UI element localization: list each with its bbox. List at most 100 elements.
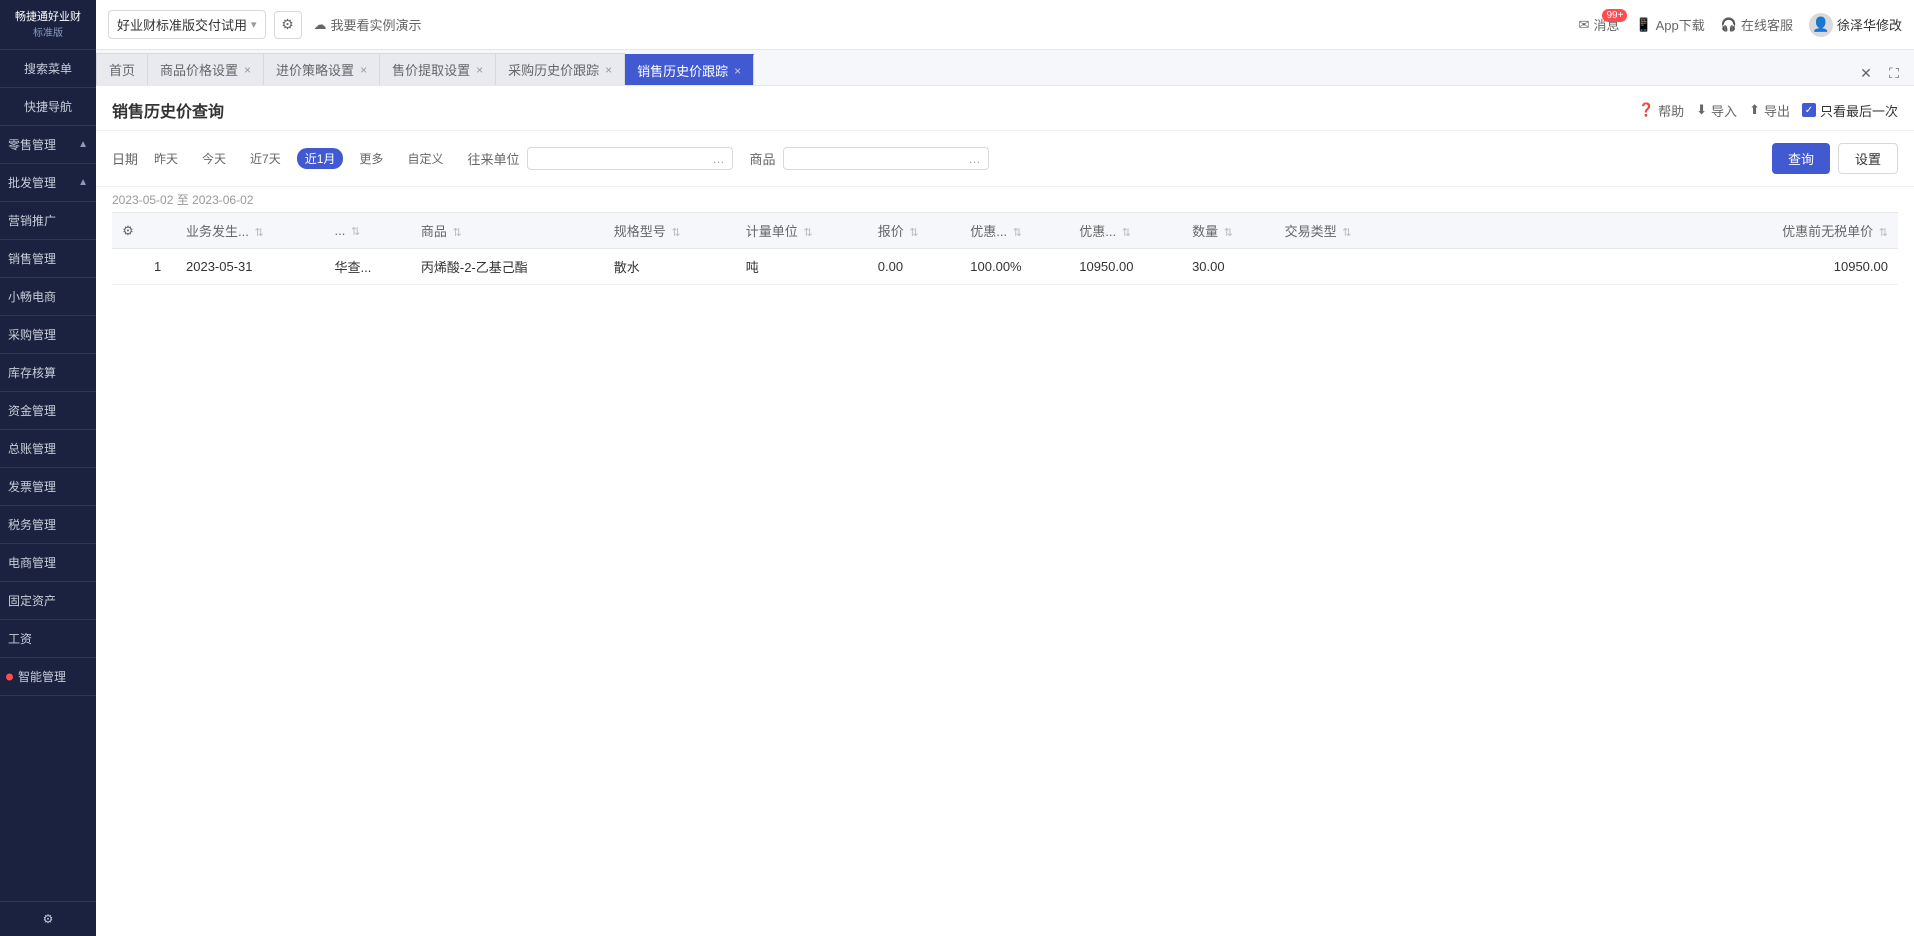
help-button[interactable]: ❓ 帮助 xyxy=(1638,101,1684,120)
supplier-ellipsis[interactable]: … xyxy=(712,152,724,166)
tab-close-button[interactable]: ✕ xyxy=(1854,61,1878,85)
sidebar-item-label: 零售管理 xyxy=(8,136,56,153)
sidebar-item-marketing[interactable]: 营销推广 xyxy=(0,202,96,240)
date-btn-1month[interactable]: 近1月 xyxy=(297,148,344,169)
gear-icon: ⚙ xyxy=(43,912,54,926)
th-spec[interactable]: 规格型号 ⇅ xyxy=(604,213,736,249)
th-gear[interactable]: ⚙ xyxy=(112,213,144,249)
tab-purchase-history[interactable]: 采购历史价跟踪 × xyxy=(496,53,625,85)
sidebar-item-tax[interactable]: 税务管理 xyxy=(0,506,96,544)
close-icon[interactable]: × xyxy=(476,63,483,77)
page-content: 销售历史价查询 ❓ 帮助 ⬇ 导入 ⬆ 导出 ✓ 只看最后一次 xyxy=(96,86,1914,936)
data-table-wrap: ⚙ 业务发生... ⇅ ... ⇅ 商品 ⇅ xyxy=(96,212,1914,285)
close-icon[interactable]: × xyxy=(605,63,612,77)
th-biz-date[interactable]: 业务发生... ⇅ xyxy=(176,213,324,249)
tab-sale-extract[interactable]: 售价提取设置 × xyxy=(380,53,496,85)
settings-button[interactable]: 设置 xyxy=(1838,143,1898,174)
row-biz-date: 2023-05-31 xyxy=(176,249,324,285)
th-discount1[interactable]: 优惠... ⇅ xyxy=(960,213,1069,249)
row-price: 0.00 xyxy=(868,249,961,285)
sidebar-item-invoice[interactable]: 发票管理 xyxy=(0,468,96,506)
product-input-wrap: … xyxy=(783,147,989,170)
tab-home[interactable]: 首页 xyxy=(96,53,148,85)
chevron-up-icon: ▲ xyxy=(78,177,88,188)
supplier-filter-row: 往来单位 … xyxy=(467,147,733,170)
sort-icon: ⇅ xyxy=(909,227,918,239)
messages-badge: 99+ xyxy=(1602,9,1627,22)
tab-expand-button[interactable]: ⛶ xyxy=(1882,61,1906,85)
th-discount2[interactable]: 优惠... ⇅ xyxy=(1069,213,1182,249)
import-button[interactable]: ⬇ 导入 xyxy=(1696,101,1737,120)
import-icon: ⬇ xyxy=(1696,102,1707,118)
filter-area: 日期 昨天 今天 近7天 近1月 更多 自定义 往来单位 … 商品 … xyxy=(96,131,1914,187)
tab-purchase-strategy[interactable]: 进价策略设置 × xyxy=(264,53,380,85)
product-ellipsis[interactable]: … xyxy=(968,152,980,166)
sidebar-item-retail[interactable]: 零售管理 ▲ xyxy=(0,126,96,164)
query-button[interactable]: 查询 xyxy=(1772,143,1830,174)
sidebar: 畅捷通好业财 标准版 搜索菜单 快捷导航 零售管理 ▲ 批发管理 ▲ 营销推广 … xyxy=(0,0,96,936)
date-btn-7days[interactable]: 近7天 xyxy=(242,148,289,169)
sidebar-item-sales[interactable]: 销售管理 xyxy=(0,240,96,278)
th-qty[interactable]: 数量 ⇅ xyxy=(1182,213,1275,249)
sidebar-item-label: 小畅电商 xyxy=(8,288,56,305)
only-last-label: 只看最后一次 xyxy=(1820,101,1898,120)
sidebar-item-inventory[interactable]: 库存核算 xyxy=(0,354,96,392)
supplier-input[interactable] xyxy=(536,151,712,166)
sidebar-item-ecommerce-small[interactable]: 小畅电商 xyxy=(0,278,96,316)
demo-button[interactable]: ☁ 我要看实例演示 xyxy=(314,15,422,34)
user-menu-button[interactable]: 👤 徐泽华修改 xyxy=(1809,13,1902,37)
tabs-bar: 首页 商品价格设置 × 进价策略设置 × 售价提取设置 × 采购历史价跟踪 × … xyxy=(96,50,1914,86)
th-trade-type[interactable]: 交易类型 ⇅ xyxy=(1275,213,1407,249)
only-last-checkbox[interactable]: ✓ 只看最后一次 xyxy=(1802,101,1898,120)
sidebar-item-ecommerce[interactable]: 电商管理 xyxy=(0,544,96,582)
topbar-right: ✉ 消息 99+ 📱 App下载 🎧 在线客服 👤 徐泽华修改 xyxy=(1579,13,1902,37)
sidebar-settings-btn[interactable]: ⚙ xyxy=(0,901,96,936)
sort-icon: ⇅ xyxy=(351,226,360,238)
sidebar-item-label: 固定资产 xyxy=(8,592,56,609)
sidebar-quicknav[interactable]: 快捷导航 xyxy=(0,88,96,126)
tabs-controls: ✕ ⛶ xyxy=(1846,61,1914,85)
th-unit[interactable]: 计量单位 ⇅ xyxy=(736,213,868,249)
row-gear[interactable] xyxy=(112,249,144,285)
date-btn-more[interactable]: 更多 xyxy=(351,148,391,169)
row-qty: 30.00 xyxy=(1182,249,1275,285)
product-label: 商品 xyxy=(749,149,775,168)
sidebar-item-label: 营销推广 xyxy=(8,212,56,229)
messages-button[interactable]: ✉ 消息 99+ xyxy=(1579,15,1620,34)
th-product[interactable]: 商品 ⇅ xyxy=(411,213,604,249)
close-icon[interactable]: × xyxy=(360,63,367,77)
tab-sale-history[interactable]: 销售历史价跟踪 × xyxy=(625,54,754,86)
supplier-input-wrap: … xyxy=(527,147,733,170)
product-selector[interactable]: 好业财标准版交付试用 ▾ xyxy=(108,10,266,39)
sidebar-item-label: 批发管理 xyxy=(8,174,56,191)
close-icon[interactable]: × xyxy=(734,64,741,78)
th-more[interactable]: ... ⇅ xyxy=(324,213,410,249)
app-edition: 标准版 xyxy=(33,24,63,39)
online-service-button[interactable]: 🎧 在线客服 xyxy=(1721,15,1793,34)
sidebar-item-intelligent[interactable]: 智能管理 xyxy=(0,658,96,696)
tab-price[interactable]: 商品价格设置 × xyxy=(148,53,264,85)
sidebar-item-finance[interactable]: 资金管理 xyxy=(0,392,96,430)
th-pretax-price[interactable]: 优惠前无税单价 ⇅ xyxy=(1707,213,1898,249)
date-btn-yesterday[interactable]: 昨天 xyxy=(146,148,186,169)
close-icon[interactable]: × xyxy=(244,63,251,77)
th-price[interactable]: 报价 ⇅ xyxy=(868,213,961,249)
sort-icon: ⇅ xyxy=(671,227,680,239)
sidebar-item-salary[interactable]: 工资 xyxy=(0,620,96,658)
row-spacer xyxy=(1407,249,1707,285)
sidebar-item-ledger[interactable]: 总账管理 xyxy=(0,430,96,468)
sidebar-search[interactable]: 搜索菜单 xyxy=(0,50,96,88)
table-row: 1 2023-05-31 华查... 丙烯酸-2-乙基己酯 散水 吨 0.00 … xyxy=(112,249,1898,285)
sidebar-item-label: 智能管理 xyxy=(18,668,66,685)
sidebar-item-wholesale[interactable]: 批发管理 ▲ xyxy=(0,164,96,202)
date-btn-today[interactable]: 今天 xyxy=(194,148,234,169)
product-input[interactable] xyxy=(792,151,968,166)
sidebar-item-assets[interactable]: 固定资产 xyxy=(0,582,96,620)
date-filter-row: 日期 昨天 今天 近7天 近1月 更多 自定义 xyxy=(112,148,451,169)
sidebar-item-purchase[interactable]: 采购管理 xyxy=(0,316,96,354)
date-btn-custom[interactable]: 自定义 xyxy=(399,148,451,169)
settings-button[interactable]: ⚙ xyxy=(274,11,302,39)
export-button[interactable]: ⬆ 导出 xyxy=(1749,101,1790,120)
th-num xyxy=(144,213,176,249)
app-download-button[interactable]: 📱 App下载 xyxy=(1635,15,1704,34)
